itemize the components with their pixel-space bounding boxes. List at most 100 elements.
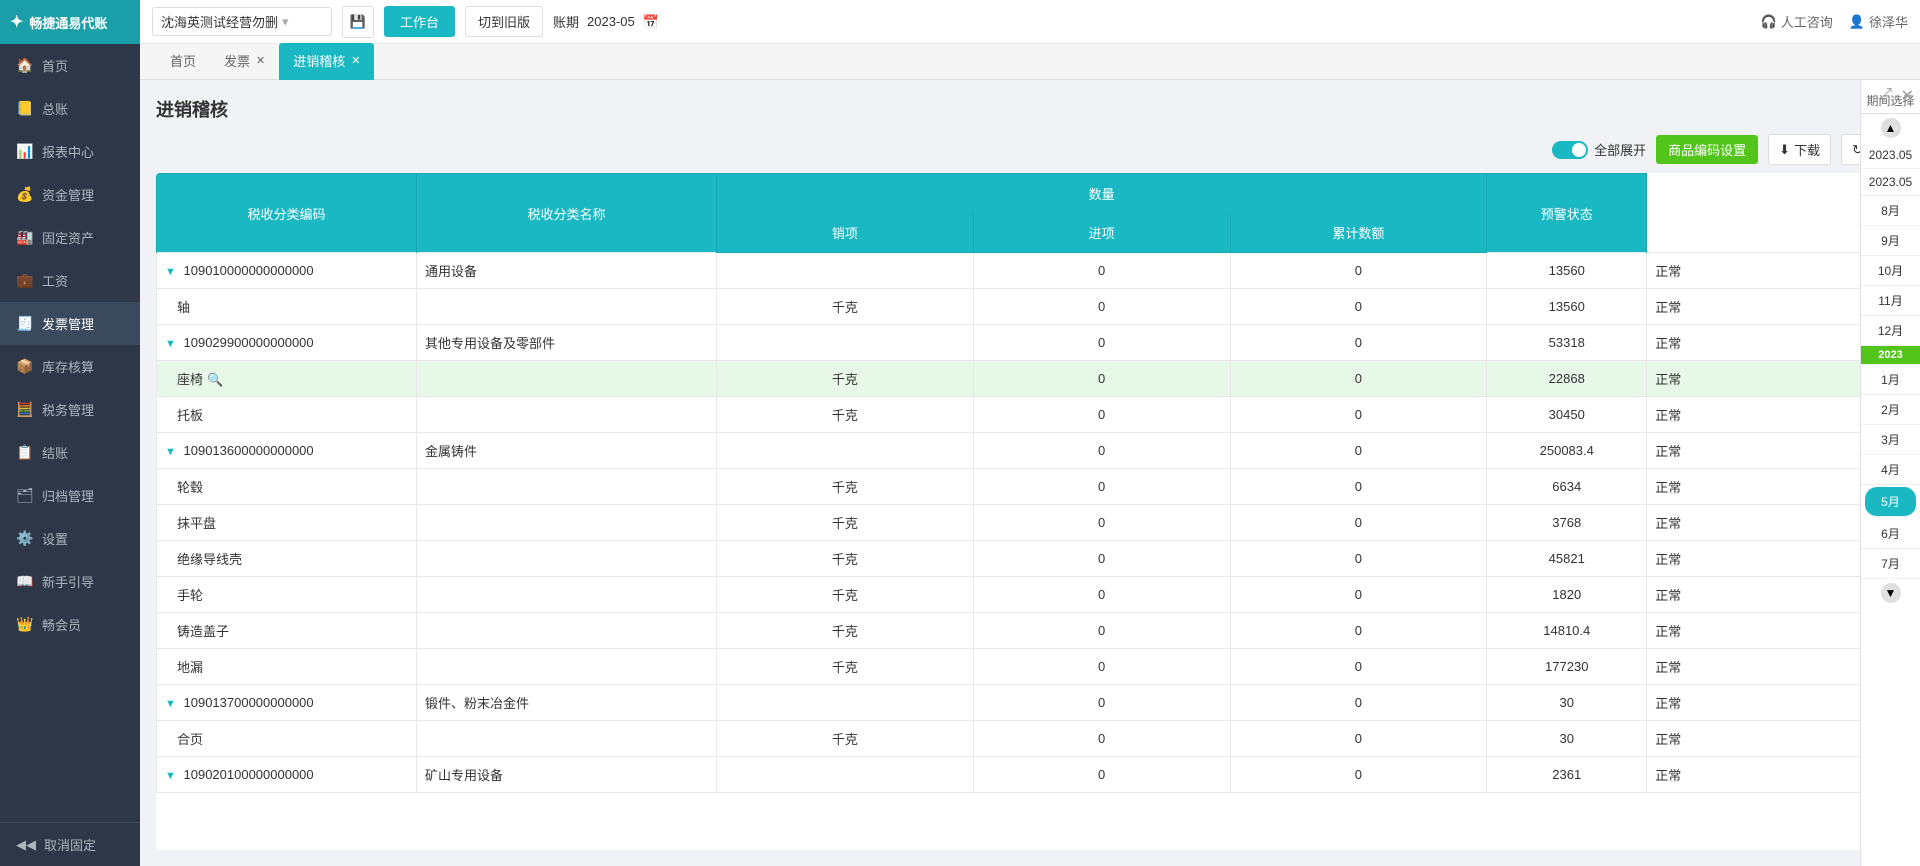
sidebar-item-归档管理[interactable]: 🗂 归档管理 (0, 474, 140, 517)
calendar-icon[interactable]: 📅 (643, 14, 659, 30)
row-name (417, 361, 717, 397)
row-code: ▼ 109029900000000000 (157, 325, 417, 361)
period-item[interactable]: 1月 (1861, 365, 1920, 395)
nav-icon: 📊 (16, 143, 34, 160)
save-icon: 💾 (350, 14, 366, 30)
period-item[interactable]: 6月 (1861, 519, 1920, 549)
sidebar-item-畅会员[interactable]: 👑 畅会员 (0, 603, 140, 646)
row-purchase: 0 (1230, 757, 1487, 793)
sidebar-item-固定资产[interactable]: 🏭 固定资产 (0, 216, 140, 259)
expand-icon[interactable]: ▼ (165, 446, 176, 458)
expand-icon[interactable]: ▼ (165, 770, 176, 782)
row-purchase: 0 (1230, 469, 1487, 505)
expand-icon[interactable]: ▼ (165, 266, 176, 278)
period-item[interactable]: 5月 (1865, 487, 1916, 517)
topbar: 沈海英测试经营勿删 ▾ 💾 工作台 切到旧版 账期 2023-05 📅 🎧 人工… (140, 0, 1920, 44)
row-code: 合页 (157, 721, 417, 757)
cancel-pin-button[interactable]: ◀◀ 取消固定 (0, 822, 140, 866)
sidebar-item-报表中心[interactable]: 📊 报表中心 (0, 130, 140, 173)
table-row: 铸造盖子 千克 0 0 14810.4 正常 (157, 613, 1904, 649)
period-item[interactable]: 12月 (1861, 316, 1920, 346)
row-total: 3768 (1487, 505, 1647, 541)
row-unit: 千克 (717, 505, 974, 541)
row-sales: 0 (973, 361, 1230, 397)
sidebar-item-库存核算[interactable]: 📦 库存核算 (0, 345, 140, 388)
row-unit (717, 685, 974, 721)
sidebar-item-工资[interactable]: 💼 工资 (0, 259, 140, 302)
main-area: 沈海英测试经营勿删 ▾ 💾 工作台 切到旧版 账期 2023-05 📅 🎧 人工… (140, 0, 1920, 866)
row-unit: 千克 (717, 577, 974, 613)
period-item[interactable]: 7月 (1861, 549, 1920, 579)
table-row: ▼ 109013600000000000 金属铸件 0 0 250083.4 正… (157, 433, 1904, 469)
row-name: 金属铸件 (417, 433, 717, 469)
switch-version-button[interactable]: 切到旧版 (465, 6, 543, 37)
workbench-button[interactable]: 工作台 (384, 6, 455, 37)
period-value: 2023-05 (587, 14, 635, 29)
expand-icon[interactable]: ▼ (165, 338, 176, 350)
row-code: 托板 (157, 397, 417, 433)
nav-icon: 🏠 (16, 57, 34, 74)
row-code: ▼ 109020100000000000 (157, 757, 417, 793)
scroll-up-button[interactable]: ▲ (1881, 118, 1901, 138)
sidebar-item-总账[interactable]: 📒 总账 (0, 87, 140, 130)
toggle-switch[interactable] (1552, 141, 1588, 159)
tab-close-button[interactable]: ✕ (351, 54, 360, 67)
row-sales: 0 (973, 721, 1230, 757)
support-button[interactable]: 🎧 人工咨询 (1761, 12, 1833, 31)
period-item[interactable]: 2月 (1861, 395, 1920, 425)
period-item[interactable]: 2023 (1861, 346, 1920, 365)
sidebar-item-资金管理[interactable]: 💰 资金管理 (0, 173, 140, 216)
search-icon[interactable]: 🔍 (207, 372, 223, 387)
sidebar-item-label: 税务管理 (42, 400, 94, 419)
sidebar-item-label: 归档管理 (42, 486, 94, 505)
sidebar-item-label: 报表中心 (42, 142, 94, 161)
th-code: 税收分类编码 (157, 174, 417, 253)
sidebar-item-税务管理[interactable]: 🧮 税务管理 (0, 388, 140, 431)
sidebar-item-设置[interactable]: ⚙️ 设置 (0, 517, 140, 560)
nav-icon: 💼 (16, 272, 34, 289)
nav-icon: 📒 (16, 100, 34, 117)
expand-icon[interactable]: ▼ (165, 698, 176, 710)
tab-进销稽核[interactable]: 进销稽核✕ (279, 43, 374, 80)
sidebar-item-新手引导[interactable]: 📖 新手引导 (0, 560, 140, 603)
table-row: 合页 千克 0 0 30 正常 (157, 721, 1904, 757)
scroll-down-button[interactable]: ▼ (1881, 583, 1901, 603)
sidebar-item-发票管理[interactable]: 🧾 发票管理 (0, 302, 140, 345)
row-total: 30450 (1487, 397, 1647, 433)
tab-close-button[interactable]: ✕ (256, 54, 265, 67)
product-code-button[interactable]: 商品编码设置 (1656, 135, 1758, 164)
period-item[interactable]: 8月 (1861, 196, 1920, 226)
company-selector[interactable]: 沈海英测试经营勿删 ▾ (152, 7, 332, 36)
period-item[interactable]: 2023.05 (1861, 142, 1920, 169)
row-purchase: 0 (1230, 289, 1487, 325)
period-item[interactable]: 4月 (1861, 455, 1920, 485)
period-item[interactable]: 9月 (1861, 226, 1920, 256)
close-panel-button[interactable]: ✕ (1901, 86, 1914, 106)
row-name: 矿山专用设备 (417, 757, 717, 793)
row-sales: 0 (973, 649, 1230, 685)
sidebar-item-结账[interactable]: 📋 结账 (0, 431, 140, 474)
data-table: 税收分类编码 税收分类名称 数量 预警状态 销项 进项 累计数额 ▼ 10901… (156, 173, 1904, 793)
user-menu[interactable]: 👤 徐泽华 (1849, 12, 1908, 31)
sidebar-item-label: 畅会员 (42, 615, 81, 634)
row-total: 177230 (1487, 649, 1647, 685)
table-row: 轴 千克 0 0 13560 正常 (157, 289, 1904, 325)
sidebar-item-label: 固定资产 (42, 228, 94, 247)
row-name (417, 577, 717, 613)
period-item[interactable]: 10月 (1861, 256, 1920, 286)
save-button[interactable]: 💾 (342, 6, 374, 38)
period-item[interactable]: 11月 (1861, 286, 1920, 316)
period-item[interactable]: 3月 (1861, 425, 1920, 455)
tab-发票[interactable]: 发票✕ (210, 43, 279, 80)
period-item[interactable]: 2023.05 (1861, 169, 1920, 196)
row-sales: 0 (973, 757, 1230, 793)
row-total: 14810.4 (1487, 613, 1647, 649)
nav-icon: 📖 (16, 573, 34, 590)
download-button[interactable]: ⬇ 下载 (1768, 134, 1831, 165)
expand-panel-button[interactable]: ⤢ (1879, 86, 1892, 104)
tabs-bar: 首页发票✕进销稽核✕ (140, 44, 1920, 80)
sidebar-item-首页[interactable]: 🏠 首页 (0, 44, 140, 87)
tab-首页[interactable]: 首页 (156, 43, 210, 80)
table-row: ▼ 109010000000000000 通用设备 0 0 13560 正常 (157, 253, 1904, 289)
toolbar: 全部展开 商品编码设置 ⬇ 下载 ↻ 刷新 (156, 134, 1904, 165)
